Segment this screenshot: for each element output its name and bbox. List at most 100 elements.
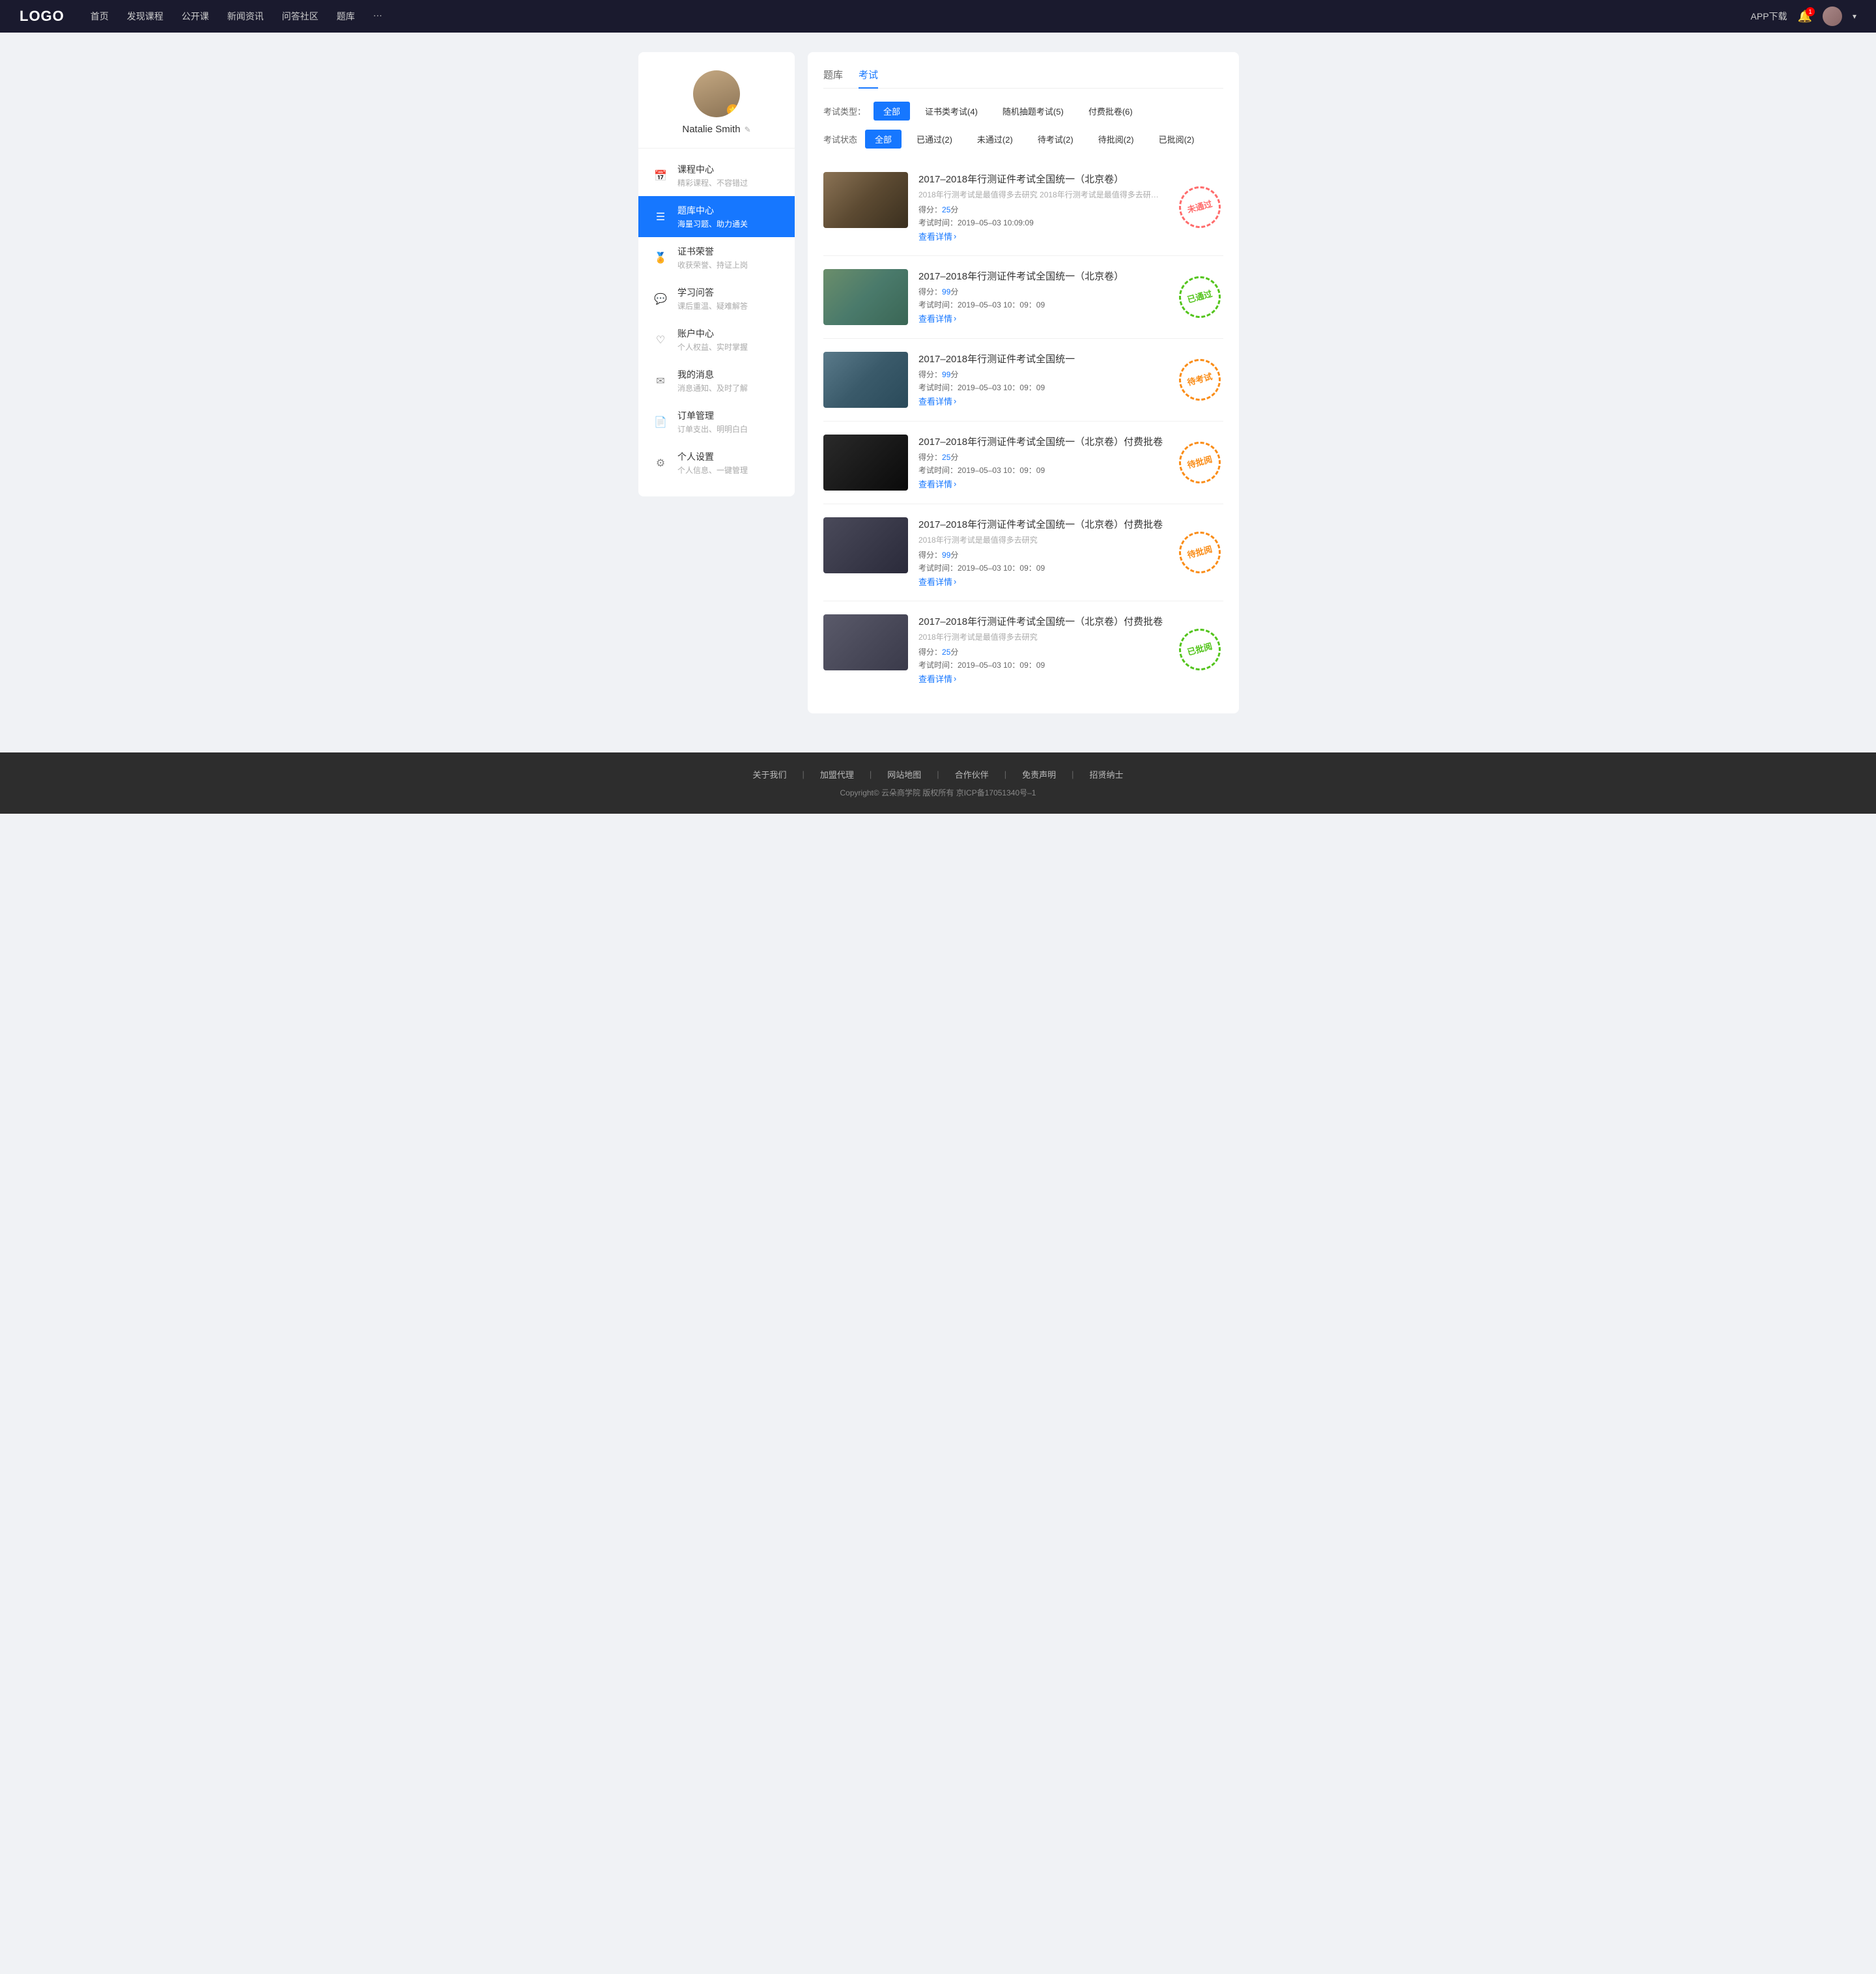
- sidebar-item-sub: 海量习题、助力通关: [677, 218, 782, 229]
- sidebar-item-个人设置[interactable]: ⚙ 个人设置 个人信息、一键管理: [638, 442, 795, 483]
- sidebar-username: Natalie Smith ✎: [682, 124, 750, 135]
- sidebar-item-账户中心[interactable]: ♡ 账户中心 个人权益、实时掌握: [638, 319, 795, 360]
- chevron-right-icon: ›: [954, 577, 956, 586]
- sidebar-item-证书荣誉[interactable]: 🏅 证书荣誉 收获荣誉、持证上岗: [638, 237, 795, 278]
- sidebar-item-title: 证书荣誉: [677, 245, 782, 258]
- footer-copyright: Copyright© 云朵商学院 版权所有 京ICP备17051340号–1: [26, 787, 1850, 798]
- sidebar-item-icon: 🏅: [651, 249, 670, 267]
- filter-type-btn[interactable]: 全部: [874, 102, 910, 121]
- page-wrapper: ⭐ Natalie Smith ✎ 📅 课程中心 精彩课程、不容错过 ☰ 题库中…: [625, 33, 1251, 752]
- sidebar-item-学习问答[interactable]: 💬 学习问答 课后重温、疑难解答: [638, 278, 795, 319]
- filter-type-label: 考试类型：: [823, 105, 866, 117]
- filter-status-btn[interactable]: 已通过(2): [907, 130, 962, 149]
- notification-bell[interactable]: 🔔 1: [1798, 10, 1812, 23]
- footer-link[interactable]: 合作伙伴: [955, 768, 989, 780]
- tab-考试[interactable]: 考试: [859, 68, 878, 88]
- sidebar-item-sub: 课后重温、疑难解答: [677, 300, 782, 311]
- nav-item[interactable]: 首页: [91, 10, 109, 23]
- exam-desc: 2018年行测考试是最值得多去研究: [918, 534, 1166, 545]
- sidebar-item-icon: ✉: [651, 372, 670, 390]
- exam-status-badge: 未通过: [1176, 184, 1223, 231]
- edit-icon[interactable]: ✎: [745, 125, 751, 134]
- exam-status-stamp: 待批阅: [1174, 527, 1225, 578]
- filter-status-label: 考试状态: [823, 133, 857, 145]
- exam-score-value: 25: [942, 648, 950, 657]
- exam-status-badge: 待批阅: [1176, 439, 1223, 486]
- exam-status-badge: 已通过: [1176, 274, 1223, 321]
- sidebar-item-icon: ☰: [651, 208, 670, 226]
- nav-item[interactable]: 公开课: [182, 10, 209, 23]
- navbar: LOGO 首页 发现课程 公开课 新闻资讯 问答社区 题库 ··· APP下载 🔔 1 ▾: [0, 0, 1876, 33]
- filter-type-btn[interactable]: 付费批卷(6): [1079, 102, 1143, 121]
- exam-info: 2017–2018年行测证件考试全国统一（北京卷） 2018年行测考试是最值得多…: [918, 172, 1166, 242]
- sidebar-item-sub: 个人信息、一键管理: [677, 465, 782, 476]
- sidebar-item-sub: 收获荣誉、持证上岗: [677, 259, 782, 270]
- exam-thumbnail: [823, 517, 908, 573]
- nav-item[interactable]: ···: [373, 10, 382, 23]
- tab-题库[interactable]: 题库: [823, 68, 843, 88]
- exam-status-stamp: 待考试: [1174, 354, 1225, 405]
- exam-detail-link[interactable]: 查看详情 ›: [918, 672, 1166, 685]
- exam-detail-link[interactable]: 查看详情 ›: [918, 312, 1166, 324]
- filter-status-btn[interactable]: 已批阅(2): [1149, 130, 1204, 149]
- filter-status-btn[interactable]: 待批阅(2): [1088, 130, 1144, 149]
- sidebar-item-订单管理[interactable]: 📄 订单管理 订单支出、明明白白: [638, 401, 795, 442]
- chevron-right-icon: ›: [954, 313, 956, 323]
- sidebar-item-sub: 个人权益、实时掌握: [677, 341, 782, 352]
- footer-link[interactable]: 免责声明: [1022, 768, 1056, 780]
- footer-link[interactable]: 网站地图: [887, 768, 921, 780]
- sidebar-item-title: 课程中心: [677, 163, 782, 176]
- exam-time: 考试时间：2019–05–03 10：09：09: [918, 382, 1166, 393]
- exam-detail-link[interactable]: 查看详情 ›: [918, 230, 1166, 242]
- exam-thumbnail: [823, 269, 908, 325]
- exam-info: 2017–2018年行测证件考试全国统一（北京卷）付费批卷 2018年行测考试是…: [918, 517, 1166, 588]
- exam-score-value: 25: [942, 205, 950, 214]
- chevron-down-icon[interactable]: ▾: [1853, 12, 1856, 21]
- exam-desc: 2018年行测考试是最值得多去研究: [918, 631, 1166, 642]
- sidebar-item-icon: ⚙: [651, 454, 670, 472]
- exam-title: 2017–2018年行测证件考试全国统一（北京卷）: [918, 269, 1166, 283]
- nav-item[interactable]: 发现课程: [127, 10, 163, 23]
- sidebar-item-title: 题库中心: [677, 204, 782, 217]
- exam-status-badge: 待考试: [1176, 356, 1223, 403]
- exam-item: 2017–2018年行测证件考试全国统一（北京卷） 得分：99分 考试时间：20…: [823, 256, 1223, 339]
- sidebar-item-title: 账户中心: [677, 327, 782, 340]
- exam-time: 考试时间：2019–05–03 10：09：09: [918, 299, 1166, 310]
- footer-link[interactable]: 关于我们: [752, 768, 786, 780]
- exam-detail-link[interactable]: 查看详情 ›: [918, 575, 1166, 588]
- sidebar-profile: ⭐ Natalie Smith ✎: [638, 52, 795, 149]
- exam-thumbnail: [823, 435, 908, 491]
- exam-score: 得分：25分: [918, 646, 1166, 657]
- filter-status-btn[interactable]: 待考试(2): [1028, 130, 1083, 149]
- exam-item: 2017–2018年行测证件考试全国统一（北京卷）付费批卷 得分：25分 考试时…: [823, 422, 1223, 504]
- exam-info: 2017–2018年行测证件考试全国统一 得分：99分 考试时间：2019–05…: [918, 352, 1166, 407]
- nav-item[interactable]: 题库: [337, 10, 355, 23]
- exam-time: 考试时间：2019–05–03 10:09:09: [918, 217, 1166, 228]
- app-download-btn[interactable]: APP下载: [1751, 10, 1787, 23]
- footer-separator: |: [1004, 769, 1006, 779]
- chevron-right-icon: ›: [954, 396, 956, 406]
- sidebar-item-课程中心[interactable]: 📅 课程中心 精彩课程、不容错过: [638, 155, 795, 196]
- nav-item[interactable]: 问答社区: [282, 10, 319, 23]
- sidebar-item-题库中心[interactable]: ☰ 题库中心 海量习题、助力通关: [638, 196, 795, 237]
- footer-separator: |: [802, 769, 804, 779]
- footer-link[interactable]: 加盟代理: [820, 768, 854, 780]
- filter-type-btn[interactable]: 证书类考试(4): [915, 102, 988, 121]
- filter-type-btn[interactable]: 随机抽题考试(5): [993, 102, 1073, 121]
- filter-status-btn[interactable]: 全部: [865, 130, 902, 149]
- exam-detail-link[interactable]: 查看详情 ›: [918, 395, 1166, 407]
- footer-link[interactable]: 招贤纳士: [1090, 768, 1124, 780]
- sidebar-item-我的消息[interactable]: ✉ 我的消息 消息通知、及时了解: [638, 360, 795, 401]
- exam-desc: 2018年行测考试是最值得多去研究 2018年行测考试是最值得多去研究 2018…: [918, 189, 1166, 200]
- filter-type-buttons: 全部证书类考试(4) 随机抽题考试(5) 付费批卷(6): [874, 102, 1143, 121]
- nav-item[interactable]: 新闻资讯: [227, 10, 264, 23]
- exam-thumbnail: [823, 172, 908, 228]
- exam-detail-link[interactable]: 查看详情 ›: [918, 478, 1166, 490]
- sidebar-item-icon: 📄: [651, 413, 670, 431]
- navbar-right: APP下载 🔔 1 ▾: [1751, 7, 1856, 26]
- logo[interactable]: LOGO: [20, 8, 64, 25]
- sidebar-item-title: 学习问答: [677, 286, 782, 299]
- avatar[interactable]: [1823, 7, 1842, 26]
- filter-status-btn[interactable]: 未通过(2): [967, 130, 1023, 149]
- exam-item: 2017–2018年行测证件考试全国统一 得分：99分 考试时间：2019–05…: [823, 339, 1223, 422]
